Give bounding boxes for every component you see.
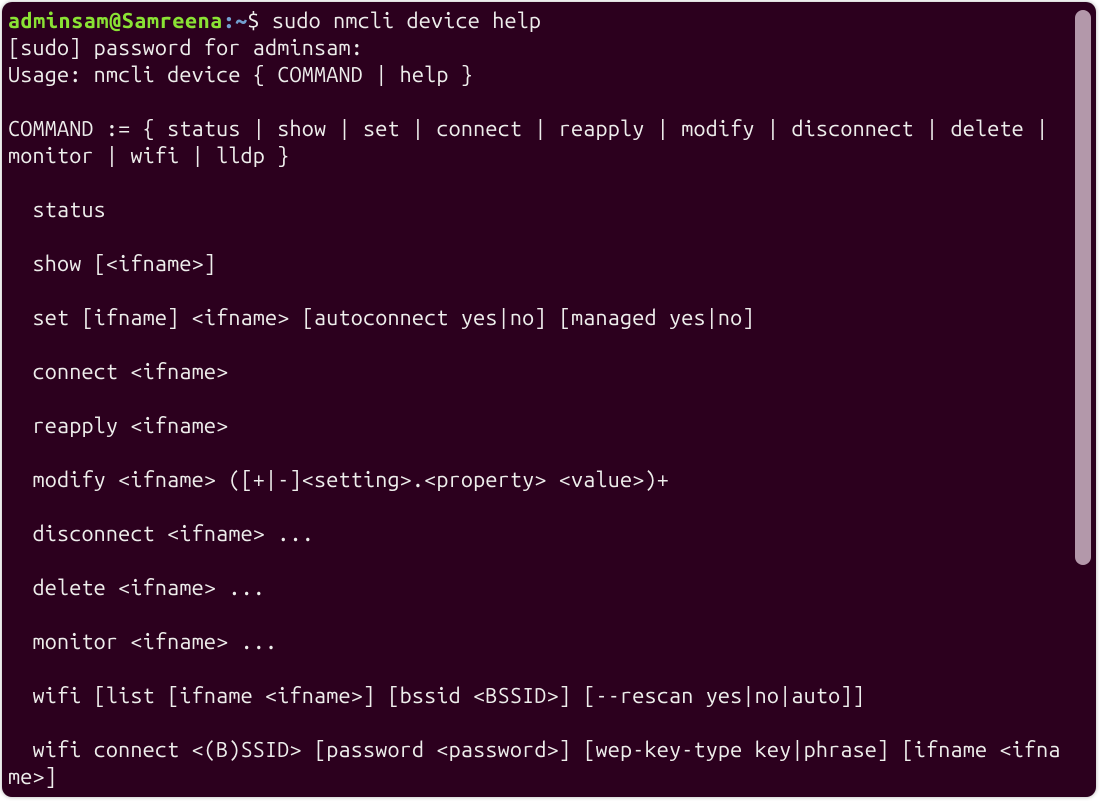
scrollbar-track[interactable]	[1074, 6, 1092, 757]
prompt-dollar: $	[247, 9, 259, 33]
out-line: monitor <ifname> ...	[8, 630, 277, 654]
scrollbar-thumb[interactable]	[1075, 10, 1091, 565]
out-line: wifi connect <(B)SSID> [password <passwo…	[8, 738, 1061, 789]
out-line: status	[8, 198, 106, 222]
out-line: [sudo] password for adminsam:	[8, 36, 363, 60]
out-line: connect <ifname>	[8, 360, 228, 384]
command-text[interactable]: sudo nmcli device help	[272, 9, 541, 33]
prompt-sep: :	[223, 9, 235, 33]
out-line: wifi [list [ifname <ifname>] [bssid <BSS…	[8, 684, 865, 708]
prompt-path: ~	[235, 9, 247, 33]
command-input[interactable]	[260, 9, 272, 33]
out-line: delete <ifname> ...	[8, 576, 265, 600]
out-line: show [<ifname>]	[8, 252, 216, 276]
terminal-window: adminsam@Samreena:~$ sudo nmcli device h…	[2, 2, 1096, 797]
out-line: set [ifname] <ifname> [autoconnect yes|n…	[8, 306, 755, 330]
out-line: reapply <ifname>	[8, 414, 228, 438]
out-line: disconnect <ifname> ...	[8, 522, 314, 546]
out-line: modify <ifname> ([+|-]<setting>.<propert…	[8, 468, 669, 492]
out-line: Usage: nmcli device { COMMAND | help }	[8, 63, 473, 87]
terminal-output[interactable]: adminsam@Samreena:~$ sudo nmcli device h…	[8, 2, 1068, 797]
out-line: COMMAND := { status | show | set | conne…	[8, 117, 1061, 168]
prompt-user-host: adminsam@Samreena	[8, 9, 223, 33]
